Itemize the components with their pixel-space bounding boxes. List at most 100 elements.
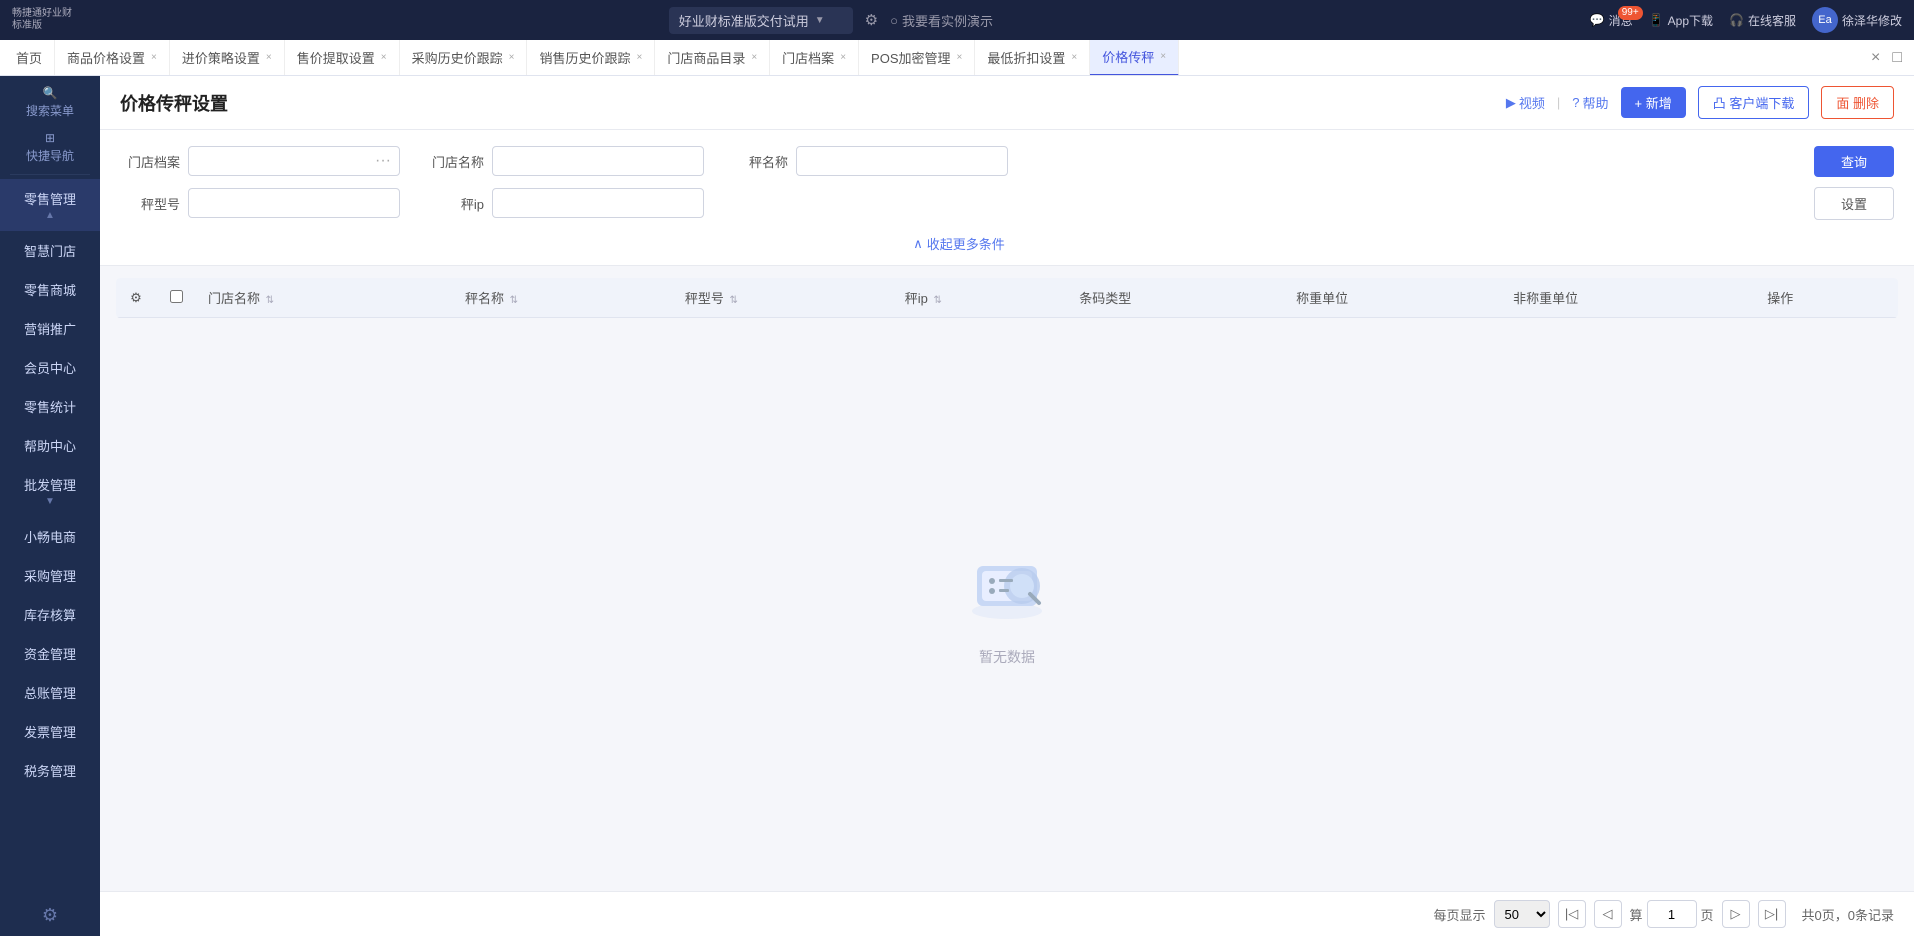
sidebar-item-smart-store[interactable]: 智慧门店 bbox=[0, 231, 100, 270]
tab-store-file[interactable]: 门店档案 × bbox=[770, 40, 859, 76]
help-link[interactable]: ? 帮助 bbox=[1572, 93, 1608, 112]
tab-min-discount[interactable]: 最低折扣设置 × bbox=[975, 40, 1090, 76]
col-scale-name: 秤名称 ⇅ bbox=[453, 278, 673, 318]
nav-tabs: 首页 商品价格设置 × 进价策略设置 × 售价提取设置 × 采购历史价跟踪 × … bbox=[0, 40, 1914, 76]
user-menu[interactable]: Ea 徐泽华修改 bbox=[1812, 7, 1902, 33]
col-operation: 操作 bbox=[1755, 278, 1898, 318]
sidebar-item-inventory[interactable]: 库存核算 bbox=[0, 595, 100, 634]
settings-icon[interactable]: ⚙ bbox=[130, 290, 142, 305]
filter-store-name: 门店名称 bbox=[424, 146, 704, 176]
close-icon[interactable]: × bbox=[151, 52, 157, 63]
gear-icon: ⚙ bbox=[42, 905, 58, 925]
tab-store-catalog[interactable]: 门店商品目录 × bbox=[655, 40, 770, 76]
messages-button[interactable]: 💬 消息 99+ bbox=[1590, 12, 1633, 29]
scale-model-input[interactable] bbox=[188, 188, 400, 218]
last-page-button[interactable]: ▷| bbox=[1758, 900, 1786, 928]
more-icon[interactable]: ··· bbox=[375, 152, 391, 170]
sidebar-item-retail-stats[interactable]: 零售统计 bbox=[0, 387, 100, 426]
close-window-button[interactable]: × bbox=[1867, 49, 1884, 67]
logo: 畅捷通好业财 标准版 bbox=[12, 8, 72, 32]
collapse-row: ∧ 收起更多条件 bbox=[120, 230, 1798, 257]
sidebar-item-wholesale[interactable]: 批发管理 ▼ bbox=[0, 465, 100, 517]
sidebar-item-retail[interactable]: 零售管理 ▲ bbox=[0, 179, 100, 231]
first-page-button[interactable]: |◁ bbox=[1558, 900, 1586, 928]
sidebar-item-tax[interactable]: 税务管理 bbox=[0, 751, 100, 790]
close-icon[interactable]: × bbox=[1071, 52, 1077, 63]
close-icon[interactable]: × bbox=[381, 52, 387, 63]
scale-model-label: 秤型号 bbox=[120, 194, 180, 213]
collapse-button[interactable]: ∧ 收起更多条件 bbox=[913, 234, 1005, 253]
sidebar-item-marketing[interactable]: 营销推广 bbox=[0, 309, 100, 348]
sidebar-quick-nav[interactable]: ⊞ 快捷导航 bbox=[0, 125, 100, 170]
filter-scale-ip: 秤ip bbox=[424, 188, 704, 218]
query-button[interactable]: 查询 bbox=[1814, 146, 1894, 177]
scale-ip-input[interactable] bbox=[492, 188, 704, 218]
col-settings: ⚙ bbox=[116, 278, 156, 318]
sort-icon[interactable]: ⇅ bbox=[933, 295, 941, 306]
sidebar-item-retail-mall[interactable]: 零售商城 bbox=[0, 270, 100, 309]
close-icon[interactable]: × bbox=[636, 52, 642, 63]
version-dropdown[interactable]: 好业财标准版交付试用 ▼ bbox=[669, 7, 853, 34]
tab-product-price[interactable]: 商品价格设置 × bbox=[55, 40, 170, 76]
close-icon[interactable]: × bbox=[1160, 51, 1166, 62]
tab-home[interactable]: 首页 bbox=[4, 40, 55, 76]
select-all-checkbox[interactable] bbox=[170, 290, 183, 303]
maximize-button[interactable]: □ bbox=[1888, 49, 1906, 67]
sort-icon[interactable]: ⇅ bbox=[510, 295, 518, 306]
client-download-button[interactable]: 凸 客户端下载 bbox=[1698, 86, 1810, 119]
video-link[interactable]: ▶ 视频 bbox=[1506, 93, 1545, 112]
close-icon[interactable]: × bbox=[957, 52, 963, 63]
close-icon[interactable]: × bbox=[751, 52, 757, 63]
sidebar-item-ledger[interactable]: 总账管理 bbox=[0, 673, 100, 712]
page-size-select[interactable]: 10 20 50 100 bbox=[1494, 900, 1550, 928]
col-non-weight-unit: 非称重单位 bbox=[1501, 278, 1755, 318]
arrow-icon: ▲ bbox=[45, 210, 55, 221]
tab-pos-management[interactable]: POS加密管理 × bbox=[859, 40, 975, 76]
filter-row-2: 秤型号 秤ip bbox=[120, 188, 1798, 218]
col-weight-unit: 称重单位 bbox=[1284, 278, 1501, 318]
sidebar-search[interactable]: 🔍 搜索菜单 bbox=[0, 76, 100, 125]
demo-button[interactable]: ○ 我要看实例演示 bbox=[890, 11, 993, 30]
delete-button[interactable]: 面 删除 bbox=[1821, 86, 1894, 119]
sidebar: 🔍 搜索菜单 ⊞ 快捷导航 零售管理 ▲ 智慧门店 零售商城 营销推广 会员中心… bbox=[0, 76, 100, 936]
sidebar-item-ecommerce[interactable]: 小畅电商 bbox=[0, 517, 100, 556]
page-input[interactable] bbox=[1647, 900, 1697, 928]
content-area: 价格传秤设置 ▶ 视频 | ? 帮助 + 新增 凸 客户端下载 面 bbox=[100, 76, 1914, 936]
sidebar-bottom-settings[interactable]: ⚙ bbox=[32, 895, 68, 936]
next-page-button[interactable]: ▷ bbox=[1722, 900, 1750, 928]
tab-sale-price-extract[interactable]: 售价提取设置 × bbox=[285, 40, 400, 76]
online-service-button[interactable]: 🎧 在线客服 bbox=[1729, 12, 1796, 29]
add-button[interactable]: + 新增 bbox=[1621, 87, 1686, 118]
tab-purchase-history[interactable]: 采购历史价跟踪 × bbox=[400, 40, 528, 76]
set-button[interactable]: 设置 bbox=[1814, 187, 1894, 220]
tab-purchase-strategy[interactable]: 进价策略设置 × bbox=[170, 40, 285, 76]
circle-icon: ○ bbox=[890, 13, 898, 28]
sidebar-divider bbox=[10, 174, 90, 175]
sidebar-item-purchase[interactable]: 采购管理 bbox=[0, 556, 100, 595]
messages-badge: 99+ bbox=[1618, 6, 1643, 20]
close-icon[interactable]: × bbox=[509, 52, 515, 63]
filter-scale-model: 秤型号 bbox=[120, 188, 400, 218]
empty-state: 暂无数据 bbox=[116, 318, 1898, 879]
sort-icon[interactable]: ⇅ bbox=[266, 295, 274, 306]
play-icon: ▶ bbox=[1506, 95, 1516, 111]
close-icon[interactable]: × bbox=[266, 52, 272, 63]
settings-icon[interactable]: ⚙ bbox=[861, 7, 882, 33]
data-table: ⚙ 门店名称 ⇅ 秤名称 ⇅ bbox=[116, 278, 1898, 318]
store-file-input[interactable]: ··· bbox=[188, 146, 400, 176]
tab-sales-history[interactable]: 销售历史价跟踪 × bbox=[527, 40, 655, 76]
close-icon[interactable]: × bbox=[840, 52, 846, 63]
sidebar-item-finance[interactable]: 资金管理 bbox=[0, 634, 100, 673]
empty-illustration bbox=[957, 531, 1057, 631]
col-scale-ip: 秤ip ⇅ bbox=[893, 278, 1068, 318]
sidebar-item-members[interactable]: 会员中心 bbox=[0, 348, 100, 387]
prev-page-button[interactable]: ◁ bbox=[1594, 900, 1622, 928]
app-download-button[interactable]: 📱 App下载 bbox=[1649, 12, 1713, 29]
sidebar-item-help[interactable]: 帮助中心 bbox=[0, 426, 100, 465]
scale-name-input[interactable] bbox=[796, 146, 1008, 176]
sort-icon[interactable]: ⇅ bbox=[729, 295, 737, 306]
store-name-input[interactable] bbox=[492, 146, 704, 176]
scale-name-label: 秤名称 bbox=[728, 152, 788, 171]
sidebar-item-invoice[interactable]: 发票管理 bbox=[0, 712, 100, 751]
tab-price-scale[interactable]: 价格传秤 × bbox=[1090, 40, 1179, 76]
